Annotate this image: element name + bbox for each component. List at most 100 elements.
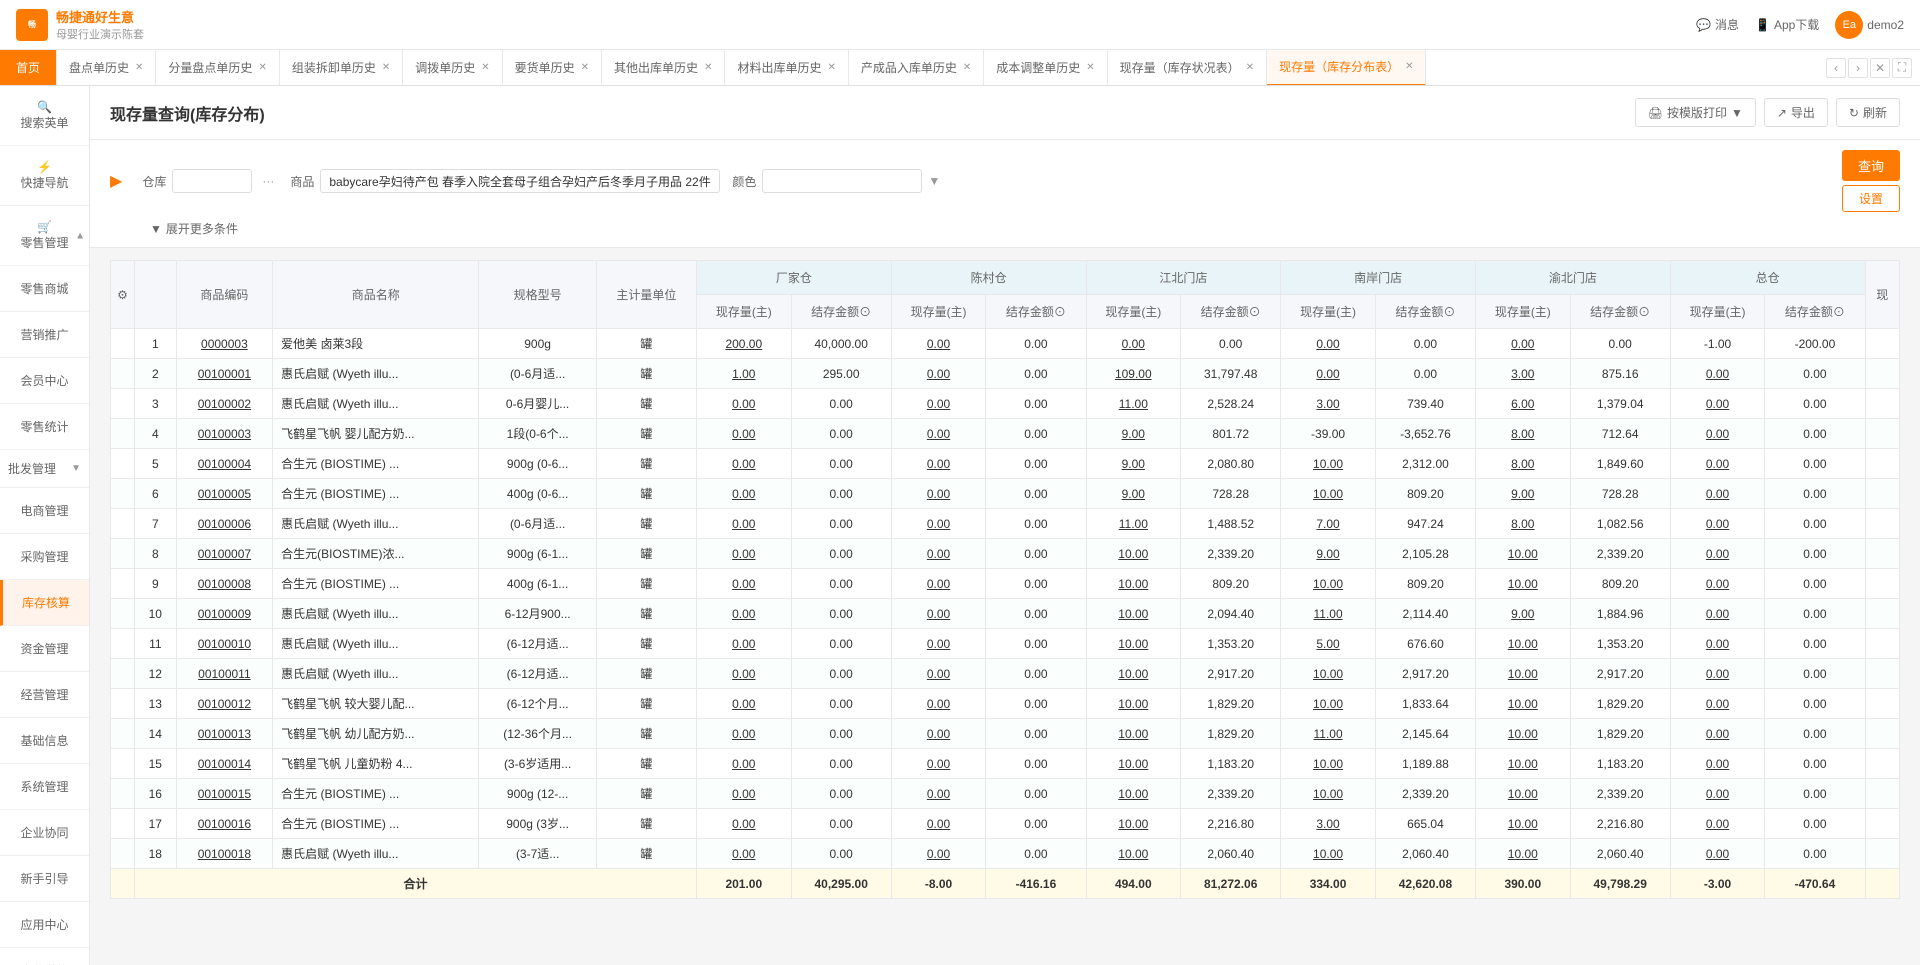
print-btn[interactable]: 🖨 按模版打印 ▼ — [1635, 98, 1756, 127]
cell-code[interactable]: 00100018 — [176, 839, 273, 869]
sidebar-item-inventory[interactable]: 库存核算 — [0, 580, 89, 626]
cell-code[interactable]: 00100001 — [176, 359, 273, 389]
cell-nanan-qty[interactable]: 10.00 — [1281, 479, 1376, 509]
cell-chenlu-qty[interactable]: 0.00 — [891, 329, 986, 359]
cell-code[interactable]: 00100007 — [176, 539, 273, 569]
cell-chenlu-qty[interactable]: 0.00 — [891, 659, 986, 689]
cell-chenlu-qty[interactable]: 0.00 — [891, 719, 986, 749]
tab-home[interactable]: 首页 — [0, 50, 57, 86]
cell-chenlu-qty[interactable]: 0.00 — [891, 509, 986, 539]
cell-factory-qty[interactable]: 0.00 — [697, 779, 792, 809]
sidebar-item-retail-mgmt[interactable]: 🛒 零售管理 ▲ — [0, 206, 89, 266]
cell-factory-qty[interactable]: 0.00 — [697, 509, 792, 539]
cell-nanan-qty[interactable]: 0.00 — [1281, 329, 1376, 359]
cell-yubei-qty[interactable]: 10.00 — [1476, 809, 1571, 839]
cell-chenlu-qty[interactable]: 0.00 — [891, 359, 986, 389]
cell-nanan-qty[interactable]: 10.00 — [1281, 749, 1376, 779]
cell-total-qty[interactable]: 0.00 — [1670, 779, 1765, 809]
cell-jiangbei-qty[interactable]: 11.00 — [1086, 389, 1181, 419]
cell-code[interactable]: 00100005 — [176, 479, 273, 509]
sidebar-item-enterprise[interactable]: 企业协同 — [0, 810, 89, 856]
cell-nanan-qty[interactable]: 11.00 — [1281, 719, 1376, 749]
cell-jiangbei-qty[interactable]: 10.00 — [1086, 569, 1181, 599]
cell-factory-qty[interactable]: 0.00 — [697, 839, 792, 869]
tab-split-count[interactable]: 分量盘点单历史 ✕ — [156, 50, 279, 86]
cell-jiangbei-qty[interactable]: 109.00 — [1086, 359, 1181, 389]
cell-chenlu-qty[interactable]: 0.00 — [891, 539, 986, 569]
cell-factory-qty[interactable]: 0.00 — [697, 389, 792, 419]
cell-factory-qty[interactable]: 0.00 — [697, 689, 792, 719]
message-btn[interactable]: 💬 消息 — [1696, 16, 1739, 33]
tab-close-icon[interactable]: ✕ — [1086, 62, 1094, 73]
expand-conditions-btn[interactable]: ▼ 展开更多条件 — [150, 220, 1900, 237]
sidebar-item-system[interactable]: 系统管理 — [0, 764, 89, 810]
sidebar-item-shortcut[interactable]: ⚡ 快捷导航 — [0, 146, 89, 206]
cell-factory-qty[interactable]: 200.00 — [697, 329, 792, 359]
cell-total-qty[interactable]: 0.00 — [1670, 479, 1765, 509]
cell-factory-qty[interactable]: 0.00 — [697, 719, 792, 749]
cell-jiangbei-qty[interactable]: 9.00 — [1086, 419, 1181, 449]
color-dropdown-icon[interactable]: ▼ — [928, 174, 940, 188]
tab-cost-adjustment[interactable]: 成本调整单历史 ✕ — [984, 50, 1107, 86]
cell-jiangbei-qty[interactable]: 10.00 — [1086, 749, 1181, 779]
cell-total-qty[interactable]: 0.00 — [1670, 359, 1765, 389]
cell-total-qty[interactable]: 0.00 — [1670, 839, 1765, 869]
cell-code[interactable]: 00100002 — [176, 389, 273, 419]
tab-inventory-count[interactable]: 盘点单历史 ✕ — [57, 50, 156, 86]
cell-nanan-qty[interactable]: -39.00 — [1281, 419, 1376, 449]
tab-prev-btn[interactable]: ‹ — [1826, 58, 1846, 78]
cell-yubei-qty[interactable]: 10.00 — [1476, 779, 1571, 809]
query-btn[interactable]: 查询 — [1842, 150, 1900, 181]
cell-total-qty[interactable]: 0.00 — [1670, 629, 1765, 659]
sidebar-item-purchase[interactable]: 采购管理 — [0, 534, 89, 580]
cell-jiangbei-qty[interactable]: 10.00 — [1086, 839, 1181, 869]
cell-yubei-qty[interactable]: 10.00 — [1476, 689, 1571, 719]
cell-code[interactable]: 00100015 — [176, 779, 273, 809]
cell-chenlu-qty[interactable]: 0.00 — [891, 779, 986, 809]
cell-nanan-qty[interactable]: 10.00 — [1281, 689, 1376, 719]
cell-jiangbei-qty[interactable]: 10.00 — [1086, 689, 1181, 719]
cell-total-qty[interactable]: 0.00 — [1670, 449, 1765, 479]
cell-yubei-qty[interactable]: 10.00 — [1476, 749, 1571, 779]
tab-close-all-btn[interactable]: ✕ — [1870, 58, 1890, 78]
cell-nanan-qty[interactable]: 7.00 — [1281, 509, 1376, 539]
cell-code[interactable]: 00100004 — [176, 449, 273, 479]
tab-close-icon[interactable]: ✕ — [827, 62, 835, 73]
cell-total-qty[interactable]: 0.00 — [1670, 419, 1765, 449]
cell-factory-qty[interactable]: 0.00 — [697, 659, 792, 689]
sidebar-item-enterprise-wx[interactable]: 企业微信 — [0, 948, 89, 965]
cell-jiangbei-qty[interactable]: 10.00 — [1086, 659, 1181, 689]
user-area[interactable]: Ea demo2 — [1835, 11, 1904, 39]
cell-factory-qty[interactable]: 0.00 — [697, 479, 792, 509]
cell-yubei-qty[interactable]: 10.00 — [1476, 569, 1571, 599]
cell-yubei-qty[interactable]: 10.00 — [1476, 659, 1571, 689]
cell-code[interactable]: 00100011 — [176, 659, 273, 689]
sidebar-item-basics[interactable]: 基础信息 — [0, 718, 89, 764]
cell-total-qty[interactable]: 0.00 — [1670, 689, 1765, 719]
tab-close-icon[interactable]: ✕ — [1246, 62, 1254, 73]
cell-nanan-qty[interactable]: 10.00 — [1281, 839, 1376, 869]
cell-yubei-qty[interactable]: 9.00 — [1476, 479, 1571, 509]
cell-yubei-qty[interactable]: 8.00 — [1476, 449, 1571, 479]
cell-factory-qty[interactable]: 0.00 — [697, 749, 792, 779]
sidebar-item-operations[interactable]: 经营管理 — [0, 672, 89, 718]
cell-nanan-qty[interactable]: 3.00 — [1281, 389, 1376, 419]
cell-nanan-qty[interactable]: 10.00 — [1281, 659, 1376, 689]
cell-chenlu-qty[interactable]: 0.00 — [891, 389, 986, 419]
cell-chenlu-qty[interactable]: 0.00 — [891, 449, 986, 479]
cell-code[interactable]: 0000003 — [176, 329, 273, 359]
cell-yubei-qty[interactable]: 10.00 — [1476, 839, 1571, 869]
cell-factory-qty[interactable]: 0.00 — [697, 449, 792, 479]
cell-yubei-qty[interactable]: 6.00 — [1476, 389, 1571, 419]
warehouse-input[interactable] — [172, 169, 252, 193]
tab-close-icon[interactable]: ✕ — [258, 62, 266, 73]
cell-jiangbei-qty[interactable]: 10.00 — [1086, 809, 1181, 839]
sidebar-item-guide[interactable]: 新手引导 — [0, 856, 89, 902]
cell-total-qty[interactable]: 0.00 — [1670, 659, 1765, 689]
tab-close-icon[interactable]: ✕ — [1405, 61, 1413, 72]
cell-factory-qty[interactable]: 0.00 — [697, 599, 792, 629]
tab-finished-inbound[interactable]: 产成品入库单历史 ✕ — [849, 50, 984, 86]
tab-other-outbound[interactable]: 其他出库单历史 ✕ — [602, 50, 725, 86]
cell-code[interactable]: 00100008 — [176, 569, 273, 599]
sidebar-item-retail-stats[interactable]: 零售统计 — [0, 404, 89, 450]
